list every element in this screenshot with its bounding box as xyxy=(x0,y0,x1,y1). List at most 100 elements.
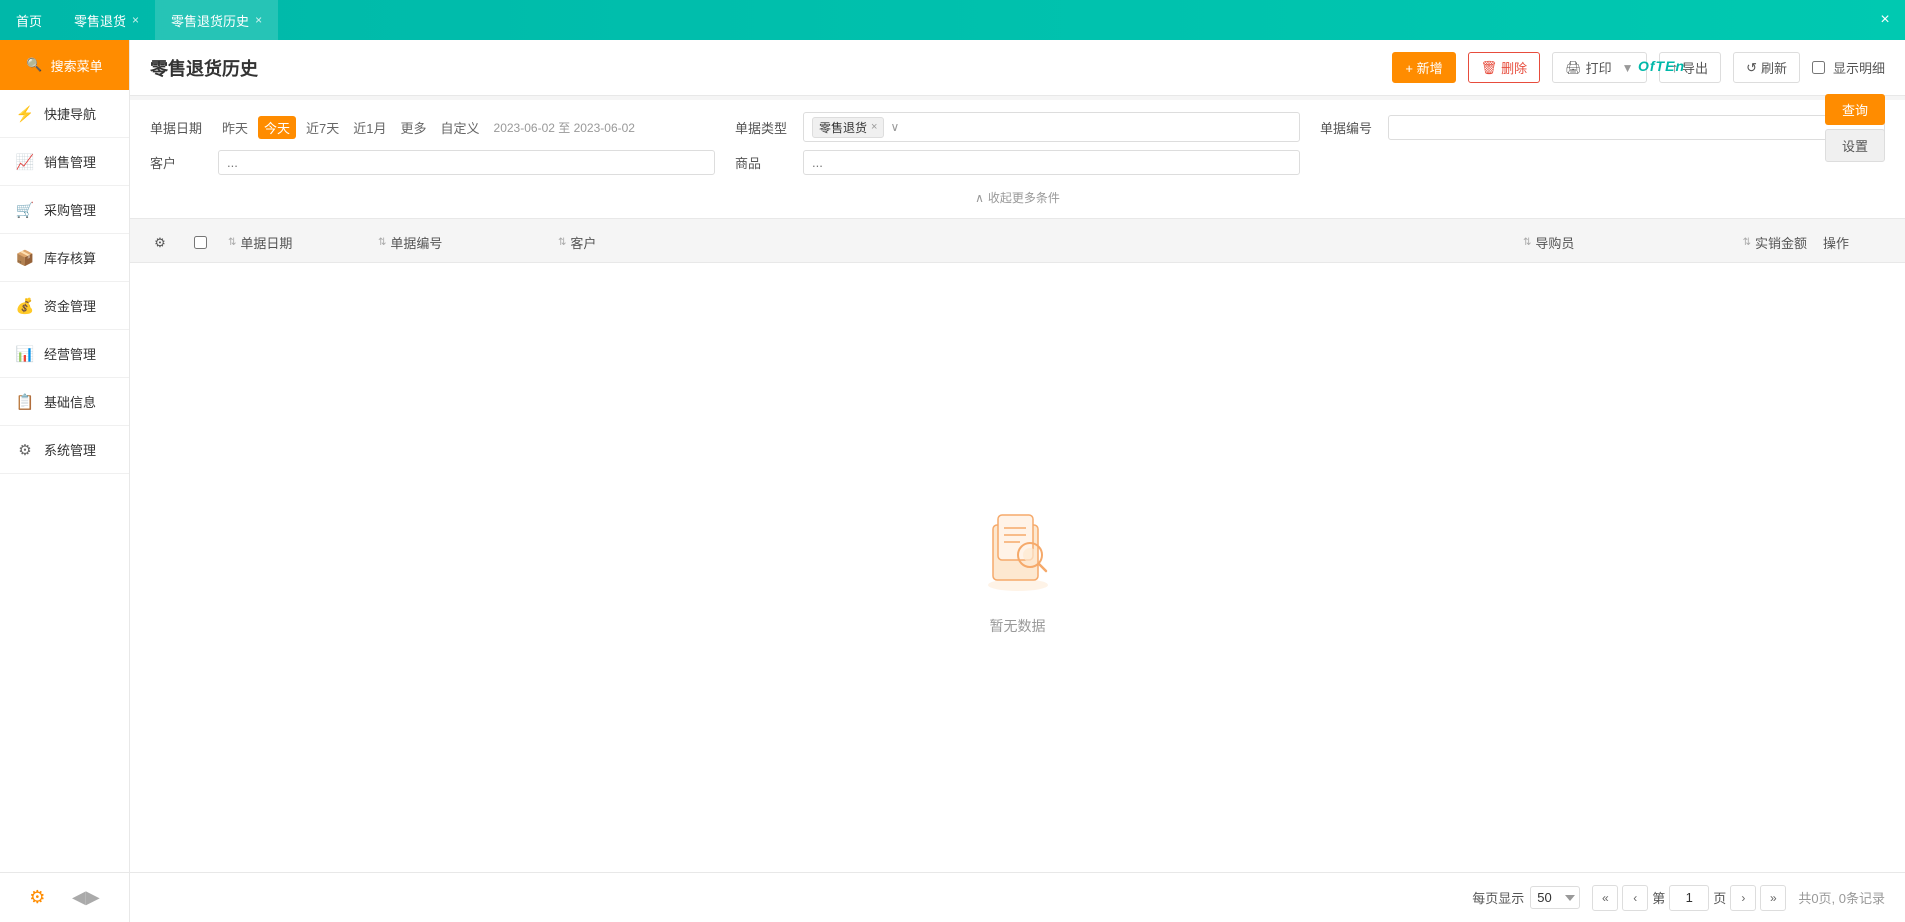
sidebar-item-quick-nav[interactable]: ⚡ 快捷导航 xyxy=(0,90,129,138)
date-opt-custom[interactable]: 自定义 xyxy=(437,116,484,139)
page-unit: 页 xyxy=(1713,888,1726,907)
display-toggle[interactable]: 显示明细 xyxy=(1812,58,1885,77)
goods-input[interactable] xyxy=(803,150,1300,175)
sidebar-item-basic-info[interactable]: 📋 基础信息 xyxy=(0,378,129,426)
date-opt-7days[interactable]: 近7天 xyxy=(302,116,343,139)
first-page-button[interactable]: « xyxy=(1592,885,1618,911)
type-filter: 单据类型 零售退货 × ∨ xyxy=(735,112,1300,142)
pagination: « ‹ 第 页 › » xyxy=(1592,885,1786,911)
sales-icon: 📈 xyxy=(16,153,34,171)
tab-retail-return[interactable]: 零售退货 × xyxy=(58,0,155,40)
print-arrow-icon: ▼ xyxy=(1622,61,1634,75)
tab-retail-return-close[interactable]: × xyxy=(132,13,139,27)
print-label: 打印 xyxy=(1586,58,1612,77)
th-date[interactable]: ⇅ 单据日期 xyxy=(220,233,370,252)
last-page-button[interactable]: » xyxy=(1760,885,1786,911)
sound-bottom-icon[interactable]: ◀▶ xyxy=(72,887,100,908)
brand-label: OfTEn xyxy=(1638,58,1685,74)
total-info: 共0页, 0条记录 xyxy=(1798,888,1885,907)
page-label: 第 xyxy=(1652,888,1665,907)
type-tag-remove[interactable]: × xyxy=(871,121,877,133)
select-all-checkbox[interactable] xyxy=(194,236,207,249)
th-guide[interactable]: ⇅ 导购员 xyxy=(1515,233,1665,252)
prev-page-button[interactable]: ‹ xyxy=(1622,885,1648,911)
th-amount-label: 实销金额 xyxy=(1755,233,1807,252)
per-page-label: 每页显示 xyxy=(1472,888,1524,907)
empty-illustration xyxy=(968,500,1068,600)
customer-filter: 客户 xyxy=(150,150,715,175)
basic-info-icon: 📋 xyxy=(16,393,34,411)
th-amount[interactable]: ⇅ 实销金额 xyxy=(1665,233,1815,252)
th-customer-label: 客户 xyxy=(570,233,596,252)
display-label: 显示明细 xyxy=(1833,58,1885,77)
type-tag-text: 零售退货 xyxy=(819,119,867,136)
type-tag-input[interactable]: 零售退货 × ∨ xyxy=(803,112,1300,142)
th-action: 操作 xyxy=(1815,233,1895,252)
page-number-input[interactable] xyxy=(1669,885,1709,911)
next-page-button[interactable]: › xyxy=(1730,885,1756,911)
date-options: 昨天 今天 近7天 近1月 更多 自定义 2023-06-02 至 2023-0… xyxy=(218,116,635,139)
type-dropdown-arrow[interactable]: ∨ xyxy=(890,120,899,134)
th-number[interactable]: ⇅ 单据编号 xyxy=(370,233,550,252)
filter-row-2: 客户 商品 xyxy=(150,150,1885,175)
table-footer: 每页显示 50 10 20 100 « ‹ 第 页 › » xyxy=(130,872,1905,922)
delete-button[interactable]: 🗑 删除 xyxy=(1468,52,1541,83)
tab-retail-return-history-close[interactable]: × xyxy=(255,13,262,27)
th-number-sort-icon: ⇅ xyxy=(378,237,386,248)
date-opt-more[interactable]: 更多 xyxy=(397,116,431,139)
new-button[interactable]: + 新增 xyxy=(1392,52,1455,83)
main-layout: 🔍 搜索菜单 ⚡ 快捷导航 📈 销售管理 🛒 采购管理 📦 库存核算 💰 资金管… xyxy=(0,40,1905,922)
settings-bottom-icon[interactable]: ⚙ xyxy=(29,887,45,908)
tab-home[interactable]: 首页 xyxy=(0,0,58,40)
sidebar-item-purchase-label: 采购管理 xyxy=(44,200,96,219)
setting-button[interactable]: 设置 xyxy=(1825,129,1885,162)
per-page-select[interactable]: 50 10 20 100 xyxy=(1530,886,1580,909)
collapse-up-icon: ∧ xyxy=(975,191,984,205)
display-checkbox[interactable] xyxy=(1812,61,1825,74)
page-title: 零售退货历史 xyxy=(150,55,258,81)
collapse-label: 收起更多条件 xyxy=(988,189,1060,206)
number-input[interactable] xyxy=(1388,115,1885,140)
date-opt-1month[interactable]: 近1月 xyxy=(349,116,390,139)
sidebar-item-system[interactable]: ⚙ 系统管理 xyxy=(0,426,129,474)
goods-filter-label: 商品 xyxy=(735,153,795,172)
filter-row-1: 单据日期 昨天 今天 近7天 近1月 更多 自定义 2023-06-02 至 2… xyxy=(150,112,1885,142)
content: 零售退货历史 + 新增 🗑 删除 🖨 打印 ▼ ↑ 导出 ↺ xyxy=(130,40,1905,922)
search-menu[interactable]: 🔍 搜索菜单 xyxy=(0,40,129,90)
customer-input[interactable] xyxy=(218,150,715,175)
refresh-button[interactable]: ↺ 刷新 xyxy=(1733,52,1800,83)
sidebar-item-finance[interactable]: 💰 资金管理 xyxy=(0,282,129,330)
th-settings[interactable]: ⚙ xyxy=(140,235,180,251)
date-filter-label: 单据日期 xyxy=(150,118,210,137)
sidebar-item-inventory-label: 库存核算 xyxy=(44,248,96,267)
settings-icon[interactable]: ⚙ xyxy=(154,235,166,251)
sidebar-item-sales-mgmt[interactable]: 📈 销售管理 xyxy=(0,138,129,186)
goods-filter: 商品 xyxy=(735,150,1300,175)
th-date-sort-icon: ⇅ xyxy=(228,237,236,248)
tab-retail-return-history[interactable]: 零售退货历史 × xyxy=(155,0,278,40)
query-button[interactable]: 查询 xyxy=(1825,94,1885,125)
inventory-icon: 📦 xyxy=(16,249,34,267)
sidebar-item-operations[interactable]: 📊 经营管理 xyxy=(0,330,129,378)
print-icon: 🖨 xyxy=(1565,60,1582,76)
type-tag: 零售退货 × xyxy=(812,117,884,138)
sidebar-item-purchase-mgmt[interactable]: 🛒 采购管理 xyxy=(0,186,129,234)
date-opt-yesterday[interactable]: 昨天 xyxy=(218,116,252,139)
th-number-label: 单据编号 xyxy=(390,233,442,252)
th-amount-sort-icon: ⇅ xyxy=(1743,237,1751,248)
th-customer[interactable]: ⇅ 客户 xyxy=(550,233,1515,252)
sidebar-item-system-label: 系统管理 xyxy=(44,440,96,459)
sidebar-item-inventory[interactable]: 📦 库存核算 xyxy=(0,234,129,282)
window-close-button[interactable]: × xyxy=(1865,0,1905,40)
date-opt-today[interactable]: 今天 xyxy=(258,116,296,139)
collapse-button[interactable]: ∧ 收起更多条件 xyxy=(975,189,1060,206)
per-page-selector: 每页显示 50 10 20 100 xyxy=(1472,886,1580,909)
th-date-label: 单据日期 xyxy=(240,233,292,252)
print-button[interactable]: 🖨 打印 ▼ xyxy=(1552,52,1646,83)
refresh-icon: ↺ xyxy=(1746,60,1757,76)
delete-icon: 🗑 xyxy=(1481,60,1498,76)
th-checkbox[interactable] xyxy=(180,236,220,249)
th-action-label: 操作 xyxy=(1823,233,1849,252)
table-container: ⚙ ⇅ 单据日期 ⇅ 单据编号 ⇅ 客户 ⇅ xyxy=(130,223,1905,922)
empty-text: 暂无数据 xyxy=(990,616,1046,636)
